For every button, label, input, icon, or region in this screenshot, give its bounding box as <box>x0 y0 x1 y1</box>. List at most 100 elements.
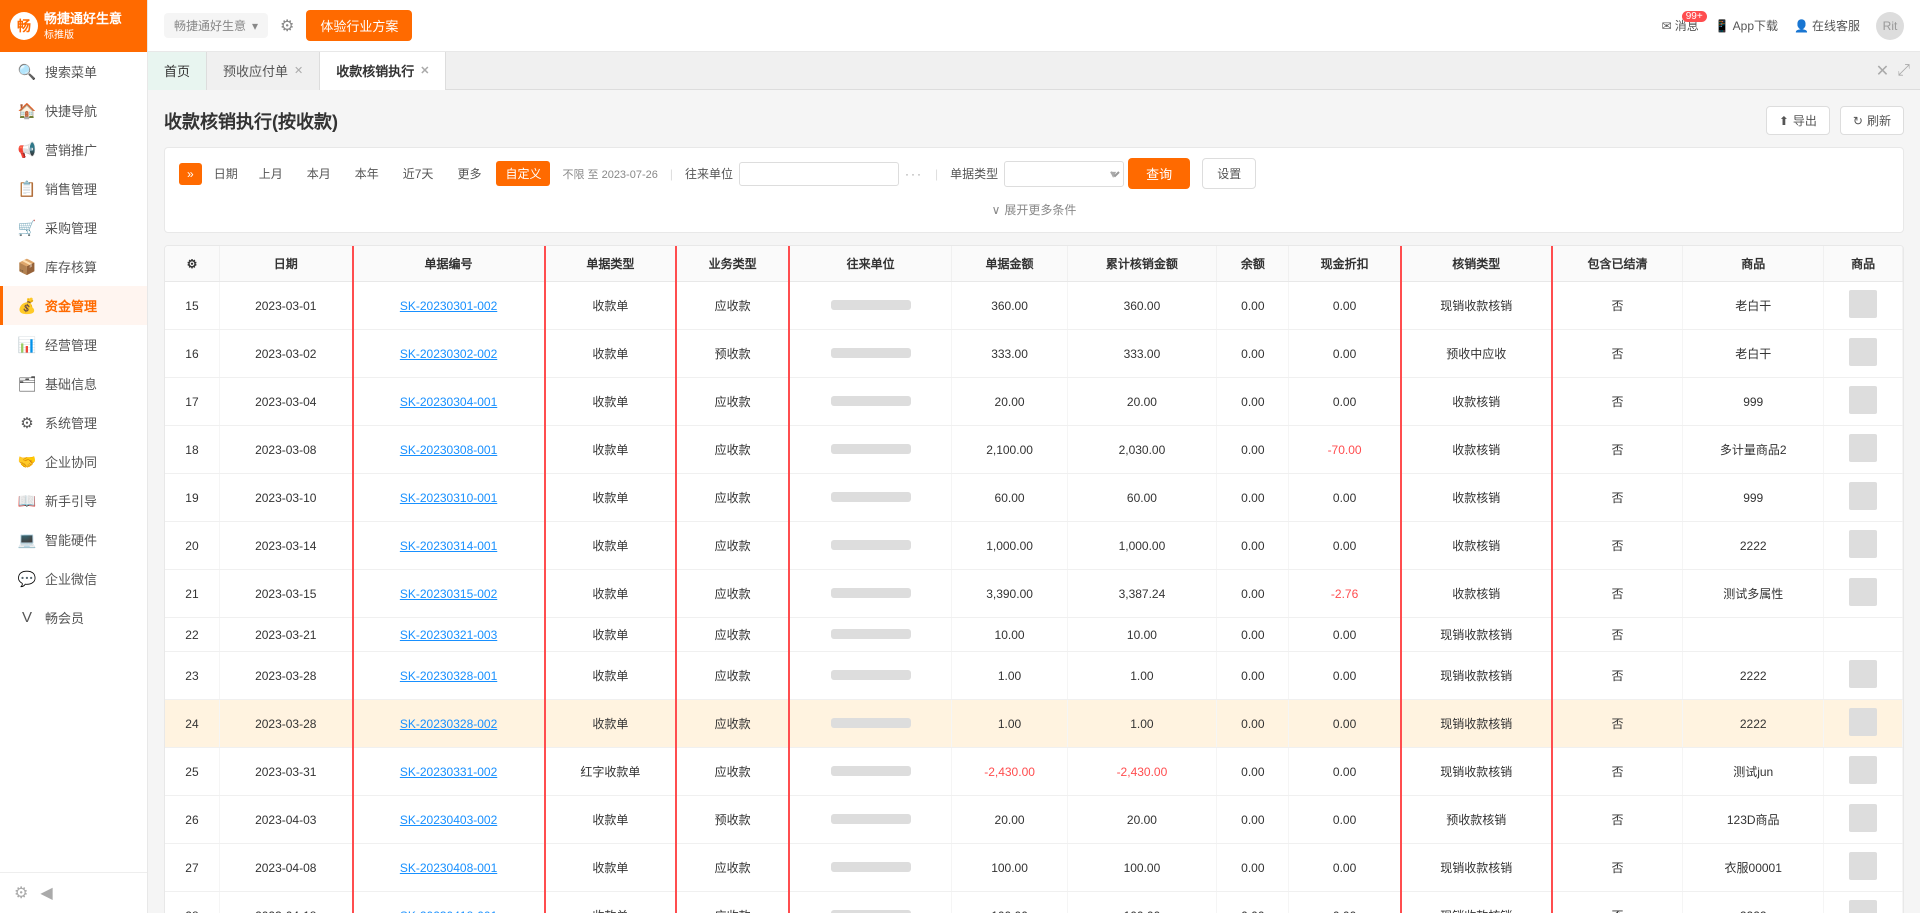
td-amount: 2,100.00 <box>952 426 1067 474</box>
filter-date-this-month[interactable]: 本月 <box>298 161 340 186</box>
code-link[interactable]: SK-20230304-001 <box>400 395 497 409</box>
td-cash-discount: 0.00 <box>1289 618 1401 652</box>
td-write-off: 收款核销 <box>1401 474 1552 522</box>
topbar-brand[interactable]: 畅捷通好生意 ▾ <box>164 13 268 38</box>
code-link[interactable]: SK-20230314-001 <box>400 539 497 553</box>
user-avatar[interactable]: Rit <box>1876 12 1904 40</box>
td-unit <box>789 378 952 426</box>
code-link[interactable]: SK-20230328-001 <box>400 669 497 683</box>
sidebar-item-marketing[interactable]: 📢 营销推广 <box>0 130 147 169</box>
th-product2[interactable]: 商品 <box>1824 246 1903 282</box>
table-row: 15 2023-03-01 SK-20230301-002 收款单 应收款 36… <box>165 282 1903 330</box>
th-settings[interactable]: ⚙ <box>165 246 219 282</box>
td-write-off: 现销收款核销 <box>1401 282 1552 330</box>
home-icon: 🏠 <box>17 102 37 120</box>
topbar-gear-icon[interactable]: ⚙ <box>280 16 294 36</box>
th-product1[interactable]: 商品 <box>1683 246 1824 282</box>
td-included: 否 <box>1552 378 1683 426</box>
th-cumulative[interactable]: 累计核销金额 <box>1067 246 1216 282</box>
refresh-button[interactable]: ↻ 刷新 <box>1840 106 1904 135</box>
tab-home[interactable]: 首页 <box>148 52 207 90</box>
tab-prepay-label: 预收应付单 <box>223 61 288 80</box>
unit-expand-button[interactable]: ··· <box>905 167 923 181</box>
footer-collapse-icon[interactable]: ◀ <box>40 883 52 903</box>
sidebar-item-inventory[interactable]: 📦 库存核算 <box>0 247 147 286</box>
tab-close-all-icon[interactable]: ✕ <box>1876 61 1889 81</box>
sidebar-item-corp[interactable]: 🤝 企业协同 <box>0 442 147 481</box>
data-table-wrapper: ⚙ 日期 单据编号 单据类型 业务类型 往来单位 单据金额 累计核销金额 余额 … <box>164 245 1904 913</box>
th-included[interactable]: 包含已结清 <box>1552 246 1683 282</box>
code-link[interactable]: SK-20230301-002 <box>400 299 497 313</box>
td-unit <box>789 282 952 330</box>
table-row: 24 2023-03-28 SK-20230328-002 收款单 应收款 1.… <box>165 700 1903 748</box>
app-download-button[interactable]: 📱 App下载 <box>1715 17 1778 34</box>
th-unit[interactable]: 往来单位 <box>789 246 952 282</box>
table-row: 28 2023-04-18 SK-20230418-001 收款单 应收款 10… <box>165 892 1903 913</box>
code-link[interactable]: SK-20230315-002 <box>400 587 497 601</box>
tab-expand-icon[interactable]: ⤢ <box>1897 62 1910 80</box>
purchase-icon: 🛒 <box>17 219 37 237</box>
tab-receipt-close-icon[interactable]: ✕ <box>420 64 429 77</box>
sidebar-item-system[interactable]: ⚙ 系统管理 <box>0 403 147 442</box>
code-link[interactable]: SK-20230308-001 <box>400 443 497 457</box>
th-amount[interactable]: 单据金额 <box>952 246 1067 282</box>
code-link[interactable]: SK-20230331-002 <box>400 765 497 779</box>
filter-date-this-year[interactable]: 本年 <box>346 161 388 186</box>
td-date: 2023-03-28 <box>219 700 352 748</box>
sidebar-item-search[interactable]: 🔍 搜索菜单 <box>0 52 147 91</box>
filter-collapse-button[interactable]: » <box>179 163 202 185</box>
filter-date-more[interactable]: 更多 <box>448 161 490 186</box>
sidebar-item-operations[interactable]: 📊 经营管理 <box>0 325 147 364</box>
th-biz-type[interactable]: 业务类型 <box>676 246 789 282</box>
sidebar-item-member[interactable]: V 畅会员 <box>0 598 147 637</box>
table-row: 19 2023-03-10 SK-20230310-001 收款单 应收款 60… <box>165 474 1903 522</box>
sidebar-item-finance[interactable]: 💰 资金管理 <box>0 286 147 325</box>
code-link[interactable]: SK-20230310-001 <box>400 491 497 505</box>
td-product: 测试jun <box>1683 748 1824 796</box>
unit-input[interactable] <box>739 162 899 186</box>
type-select[interactable] <box>1004 161 1124 187</box>
filter-date-7days[interactable]: 近7天 <box>394 161 443 186</box>
td-biz-type: 应收款 <box>676 748 789 796</box>
td-code: SK-20230328-002 <box>353 700 545 748</box>
industry-solution-button[interactable]: 体验行业方案 <box>306 10 412 41</box>
sidebar-item-purchase[interactable]: 🛒 采购管理 <box>0 208 147 247</box>
sidebar-item-guide[interactable]: 📖 新手引导 <box>0 481 147 520</box>
td-num: 26 <box>165 796 219 844</box>
export-button[interactable]: ⬆ 导出 <box>1766 106 1830 135</box>
notification-button[interactable]: ✉ 消息 99+ <box>1662 17 1699 34</box>
query-button[interactable]: 查询 <box>1128 158 1190 189</box>
tab-prepay-close-icon[interactable]: ✕ <box>294 64 303 77</box>
th-bill-type[interactable]: 单据类型 <box>545 246 677 282</box>
code-link[interactable]: SK-20230321-003 <box>400 628 497 642</box>
td-write-off: 现销收款核销 <box>1401 892 1552 913</box>
th-cash-discount[interactable]: 现金折扣 <box>1289 246 1401 282</box>
td-included: 否 <box>1552 700 1683 748</box>
online-service-button[interactable]: 👤 在线客服 <box>1794 17 1860 34</box>
td-cumulative: 333.00 <box>1067 330 1216 378</box>
code-link[interactable]: SK-20230403-002 <box>400 813 497 827</box>
filter-date-last-month[interactable]: 上月 <box>250 161 292 186</box>
td-code: SK-20230315-002 <box>353 570 545 618</box>
code-link[interactable]: SK-20230418-001 <box>400 909 497 913</box>
th-date[interactable]: 日期 <box>219 246 352 282</box>
th-write-off[interactable]: 核销类型 <box>1401 246 1552 282</box>
filter-date-custom[interactable]: 自定义 <box>496 161 550 186</box>
code-link[interactable]: SK-20230302-002 <box>400 347 497 361</box>
footer-settings-icon[interactable]: ⚙ <box>14 883 28 903</box>
tab-prepay[interactable]: 预收应付单 ✕ <box>207 52 320 90</box>
th-balance[interactable]: 余额 <box>1217 246 1289 282</box>
th-code[interactable]: 单据编号 <box>353 246 545 282</box>
sidebar-item-quick-nav[interactable]: 🏠 快捷导航 <box>0 91 147 130</box>
code-link[interactable]: SK-20230328-002 <box>400 717 497 731</box>
sidebar-item-sales[interactable]: 📋 销售管理 <box>0 169 147 208</box>
td-code: SK-20230310-001 <box>353 474 545 522</box>
sidebar-item-hardware[interactable]: 💻 智能硬件 <box>0 520 147 559</box>
sidebar-label-finance: 资金管理 <box>45 296 97 315</box>
tab-receipt[interactable]: 收款核销执行 ✕ <box>320 52 446 90</box>
code-link[interactable]: SK-20230408-001 <box>400 861 497 875</box>
settings-button[interactable]: 设置 <box>1202 158 1256 189</box>
sidebar-item-wechat[interactable]: 💬 企业微信 <box>0 559 147 598</box>
filter-expand-button[interactable]: ∨ 展开更多条件 <box>984 197 1085 222</box>
sidebar-item-basics[interactable]: 🗂 基础信息 <box>0 364 147 403</box>
